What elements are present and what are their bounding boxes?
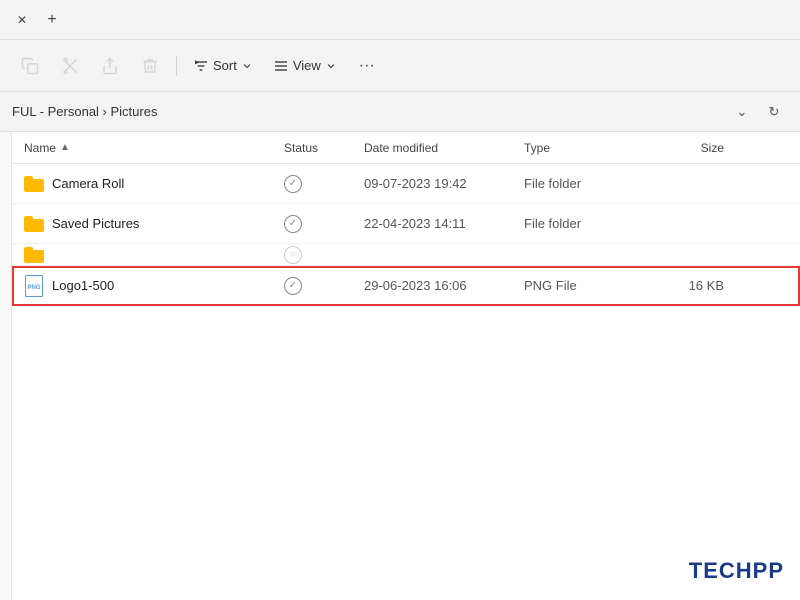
address-bar: FUL - Personal › Pictures ⌄ ↻ (0, 92, 800, 132)
watermark: TECHPP (689, 558, 784, 584)
file-status: ✓ (284, 277, 364, 295)
file-date: 29-06-2023 16:06 (364, 278, 524, 293)
check-icon: ○ (284, 246, 302, 264)
col-header-date[interactable]: Date modified (364, 141, 524, 155)
watermark-pp: PP (753, 558, 784, 583)
table-row[interactable]: PNG Logo1-500 ✓ 29-06-2023 16:06 PNG Fil… (12, 266, 800, 306)
file-name-cell: Camera Roll (24, 176, 284, 192)
view-dropdown-btn[interactable]: View (265, 48, 345, 84)
file-date: 22-04-2023 14:11 (364, 216, 524, 231)
toolbar-sep-1 (176, 56, 177, 76)
tab-close-button[interactable]: ✕ (8, 6, 36, 34)
file-status: ✓ (284, 175, 364, 193)
folder-icon (24, 176, 44, 192)
file-size: 16 KB (644, 278, 724, 293)
file-type: File folder (524, 176, 644, 191)
sort-dropdown-btn[interactable]: Sort (185, 48, 261, 84)
col-header-name[interactable]: Name ▲ (24, 141, 284, 155)
sidebar (0, 132, 12, 600)
file-name: Camera Roll (52, 176, 124, 191)
col-header-status[interactable]: Status (284, 141, 364, 155)
main-area: Name ▲ Status Date modified Type Size Ca… (0, 132, 800, 600)
col-header-type[interactable]: Type (524, 141, 644, 155)
dropdown-btn[interactable]: ⌄ (728, 98, 756, 126)
file-name-cell (24, 247, 284, 263)
file-name-cell: Saved Pictures (24, 216, 284, 232)
file-name-cell: PNG Logo1-500 (24, 276, 284, 296)
check-icon: ✓ (284, 277, 302, 295)
more-btn[interactable]: ··· (349, 48, 385, 84)
breadcrumb[interactable]: FUL - Personal › Pictures (12, 104, 722, 119)
check-icon: ✓ (284, 215, 302, 233)
file-status: ✓ (284, 215, 364, 233)
file-type: File folder (524, 216, 644, 231)
table-row[interactable]: Saved Pictures ✓ 22-04-2023 14:11 File f… (12, 204, 800, 244)
watermark-text: TECH (689, 558, 753, 583)
file-date: 09-07-2023 19:42 (364, 176, 524, 191)
refresh-btn[interactable]: ↻ (760, 98, 788, 126)
title-bar: ✕ + (0, 0, 800, 40)
file-type: PNG File (524, 278, 644, 293)
view-label: View (293, 58, 321, 73)
file-name: Saved Pictures (52, 216, 139, 231)
table-row[interactable]: Camera Roll ✓ 09-07-2023 19:42 File fold… (12, 164, 800, 204)
table-row[interactable]: ○ (12, 244, 800, 266)
file-name: Logo1-500 (52, 278, 114, 293)
file-list: Name ▲ Status Date modified Type Size Ca… (12, 132, 800, 600)
file-status: ○ (284, 246, 364, 264)
col-header-size[interactable]: Size (644, 141, 724, 155)
folder-icon (24, 216, 44, 232)
share-btn[interactable] (92, 48, 128, 84)
check-icon: ✓ (284, 175, 302, 193)
toolbar: Sort View ··· (0, 40, 800, 92)
copy-btn[interactable] (12, 48, 48, 84)
address-bar-actions: ⌄ ↻ (728, 98, 788, 126)
folder-icon (24, 247, 44, 263)
sort-label: Sort (213, 58, 237, 73)
cut-btn[interactable] (52, 48, 88, 84)
png-file-icon: PNG (24, 276, 44, 296)
sort-arrow-icon: ▲ (60, 142, 70, 153)
delete-btn[interactable] (132, 48, 168, 84)
column-headers: Name ▲ Status Date modified Type Size (12, 132, 800, 164)
tab-add-button[interactable]: + (38, 6, 66, 34)
